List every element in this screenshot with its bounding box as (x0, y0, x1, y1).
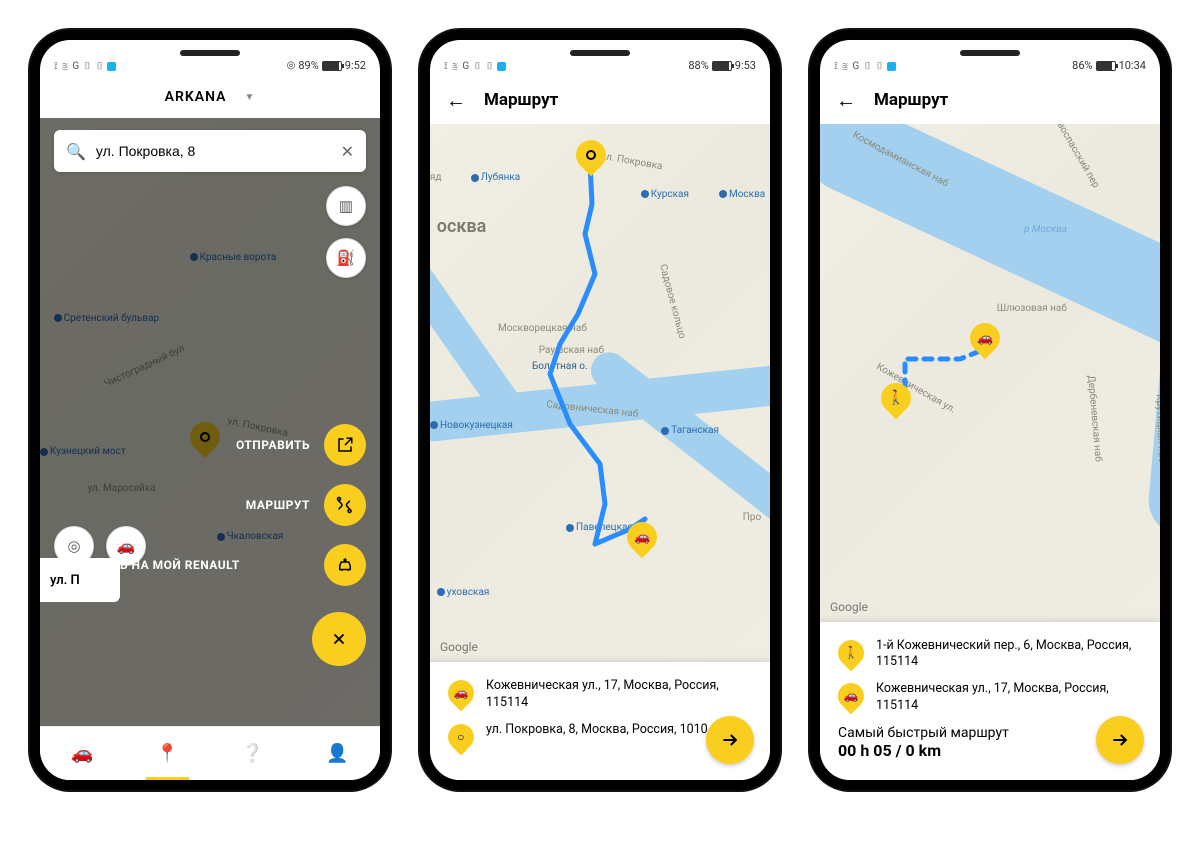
phone-2: ⟟ ⩰ G ▯ ▯ 88% 9:53 ← Маршрут осква Лубян… (420, 30, 780, 790)
map[interactable]: Красные ворота Сретенский бульвар Кузнец… (40, 118, 380, 726)
destination-row: 🚗 Кожевническая ул., 17, Москва, Россия,… (448, 678, 752, 712)
search-icon: 🔍 (66, 142, 86, 161)
walk-address: 1-й Кожевнический пер., 6, Москва, Росси… (876, 638, 1142, 672)
back-button[interactable]: ← (446, 88, 466, 113)
car-row: 🚗 Кожевническая ул., 17, Москва, Россия,… (838, 681, 1142, 715)
status-app-icon (887, 62, 896, 71)
origin-address: ул. Покровка, 8, Москва, Россия, 1010 (486, 722, 708, 739)
battery-icon (1096, 61, 1116, 71)
status-app-icon (107, 62, 116, 71)
battery-pct: 86% (1072, 59, 1092, 72)
fuel-button[interactable]: ⛽ (326, 238, 366, 278)
fastest-value: 00 h 05 / 0 km (838, 741, 941, 760)
clock: 9:53 (735, 59, 756, 72)
nav-help[interactable]: ❔ (210, 727, 295, 780)
gps-icon: ◎ (287, 60, 296, 71)
route-sheet: 🚶 1-й Кожевнический пер., 6, Москва, Рос… (820, 622, 1160, 781)
action-sendcar-label: ОТПРАВИТЬ НА МОЙ RENAULT (54, 558, 310, 572)
route-header: ← Маршрут (430, 76, 770, 124)
phone-1: ⟟ ⩰ G ▯ ▯ ◎ 89% 9:52 ARKANA ▼ Красные во… (30, 30, 390, 790)
start-navigation-button[interactable] (1096, 716, 1144, 764)
close-menu-button[interactable] (312, 612, 366, 666)
back-button[interactable]: ← (836, 88, 856, 113)
status-bar: ⟟ ⩰ G ▯ ▯ ◎ 89% 9:52 (40, 40, 380, 76)
route-header: ← Маршрут (820, 76, 1160, 124)
search-input[interactable] (96, 143, 331, 159)
walk-pin-icon: 🚶 (833, 634, 870, 671)
route-button[interactable] (324, 484, 366, 526)
page-title: Маршрут (874, 90, 948, 110)
battery-pct: 89% (298, 59, 318, 72)
city-label: осква (437, 216, 486, 237)
walk-row: 🚶 1-й Кожевнический пер., 6, Москва, Рос… (838, 638, 1142, 672)
car-address: Кожевническая ул., 17, Москва, Россия, 1… (876, 681, 1142, 715)
nav-map[interactable]: 📍 (125, 727, 210, 780)
chevron-down-icon: ▼ (244, 92, 255, 103)
status-icons: ⟟ ⩰ G ▯ ▯ (54, 61, 104, 72)
battery-icon (712, 61, 732, 71)
map-credit: Google (830, 600, 868, 614)
map[interactable]: Космодамианская наб Новоспасский пер р М… (820, 124, 1160, 622)
nav-profile[interactable]: 👤 (295, 727, 380, 780)
action-route-label: МАРШРУТ (246, 498, 310, 512)
status-app-icon (497, 62, 506, 71)
clock: 9:52 (345, 59, 366, 72)
bottom-nav: 🚗 📍 ❔ 👤 (40, 726, 380, 780)
start-navigation-button[interactable] (706, 716, 754, 764)
clear-icon[interactable]: ✕ (341, 142, 354, 161)
car-selector[interactable]: ARKANA ▼ (40, 76, 380, 118)
car-pin-icon: 🚗 (443, 675, 480, 712)
send-to-car-button[interactable] (324, 544, 366, 586)
route-sheet: 🚗 Кожевническая ул., 17, Москва, Россия,… (430, 662, 770, 780)
search-bar[interactable]: 🔍 ✕ (54, 130, 366, 172)
nav-car[interactable]: 🚗 (40, 727, 125, 780)
map-credit: Google (440, 640, 478, 654)
battery-pct: 88% (688, 59, 708, 72)
clock: 10:34 (1119, 59, 1146, 72)
car-name: ARKANA (165, 89, 227, 105)
car-pin-icon: 🚗 (833, 678, 870, 715)
status-bar: ⟟ ⩰ G ▯ ▯ 88% 9:53 (430, 40, 770, 76)
action-send-label: ОТПРАВИТЬ (236, 438, 310, 452)
point-pin-icon: ○ (443, 719, 480, 756)
battery-icon (322, 61, 342, 71)
status-icons: ⟟ ⩰ G ▯ ▯ (834, 61, 884, 72)
page-title: Маршрут (484, 90, 558, 110)
destination-address: Кожевническая ул., 17, Москва, Россия, 1… (486, 678, 752, 712)
map[interactable]: осква Лубянка Курская Новокузнецкая Тага… (430, 124, 770, 662)
send-button[interactable] (324, 424, 366, 466)
status-bar: ⟟ ⩰ G ▯ ▯ 86% 10:34 (820, 40, 1160, 76)
phone-3: ⟟ ⩰ G ▯ ▯ 86% 10:34 ← Маршрут Космодамиа… (810, 30, 1170, 790)
layers-button[interactable]: ▥ (326, 186, 366, 226)
status-icons: ⟟ ⩰ G ▯ ▯ (444, 61, 494, 72)
